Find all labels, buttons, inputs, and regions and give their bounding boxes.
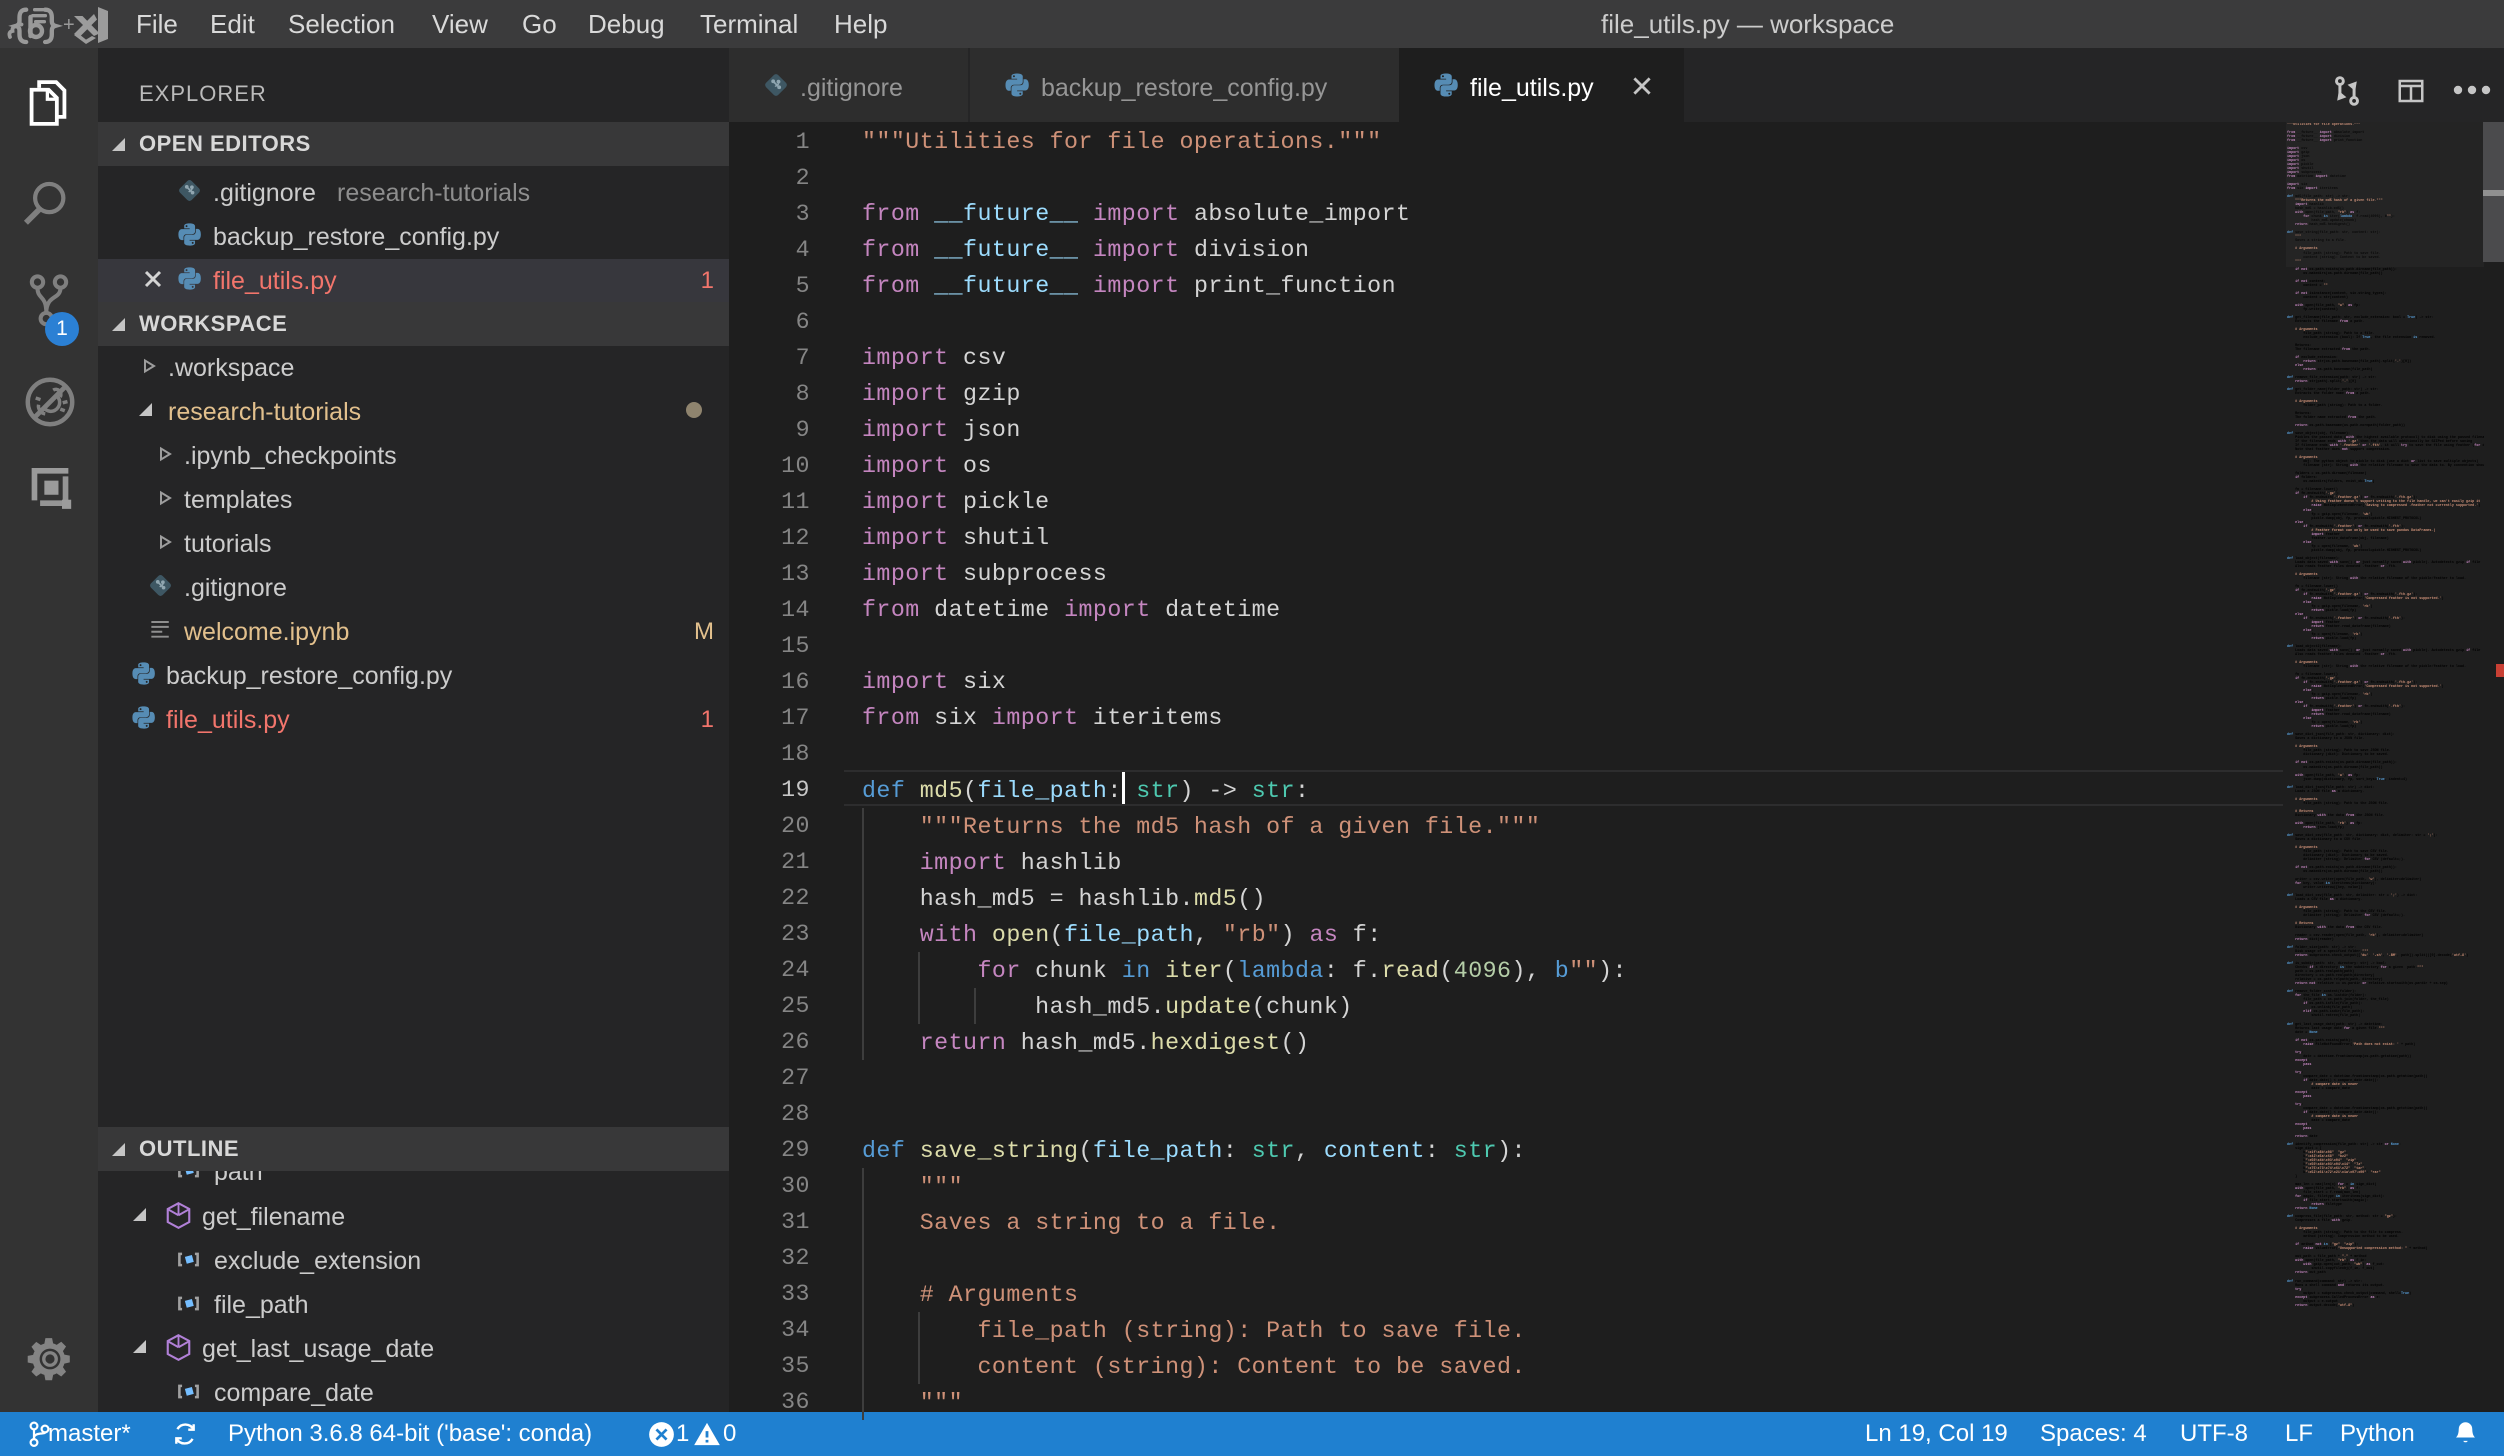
svg-text:+: +	[63, 14, 75, 36]
